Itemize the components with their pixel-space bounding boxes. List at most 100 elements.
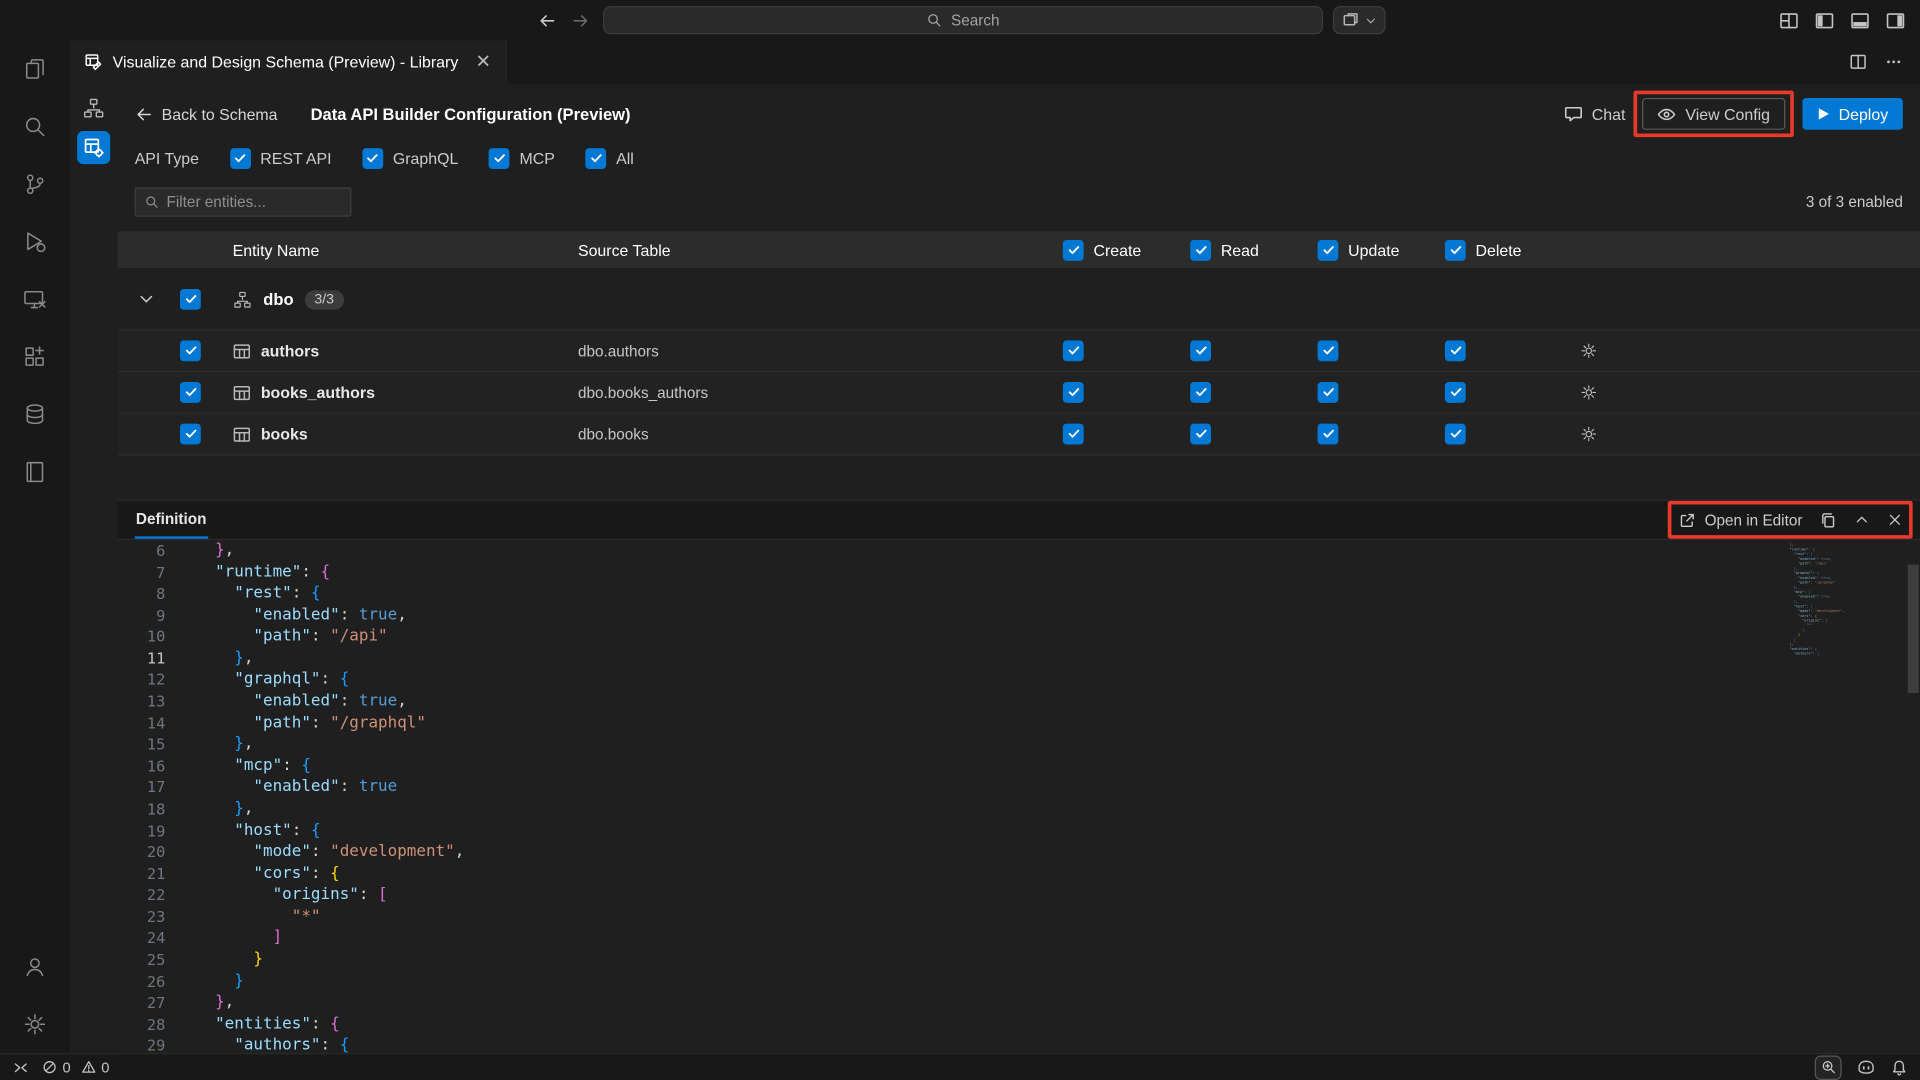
account-icon[interactable] bbox=[0, 938, 70, 996]
api-option-mcp[interactable]: MCP bbox=[489, 148, 555, 169]
extensions-icon[interactable] bbox=[0, 328, 70, 386]
row-settings-gear-icon[interactable] bbox=[1580, 383, 1920, 401]
api-option-rest-api[interactable]: REST API bbox=[230, 148, 332, 169]
warnings-icon bbox=[80, 1059, 96, 1075]
entity-row-books-authors[interactable]: books_authorsdbo.books_authors bbox=[118, 372, 1920, 414]
read-column-checkbox[interactable] bbox=[1190, 239, 1211, 260]
row-settings-gear-icon[interactable] bbox=[1580, 342, 1920, 360]
layout-control[interactable] bbox=[1333, 6, 1386, 34]
tab-visualize-schema[interactable]: Visualize and Design Schema (Preview) - … bbox=[70, 40, 507, 83]
notifications-bell-icon[interactable] bbox=[1891, 1059, 1908, 1076]
definition-tab[interactable]: Definition bbox=[135, 501, 208, 539]
delete-checkbox[interactable] bbox=[1445, 423, 1466, 444]
group-select-checkbox[interactable] bbox=[180, 289, 201, 310]
back-to-schema-link[interactable]: Back to Schema bbox=[135, 105, 278, 123]
remote-explorer-icon[interactable] bbox=[0, 271, 70, 329]
group-count-badge: 3/3 bbox=[305, 290, 344, 310]
entity-row-books[interactable]: booksdbo.books bbox=[118, 414, 1920, 456]
warnings-count: 0 bbox=[101, 1059, 109, 1076]
delete-checkbox[interactable] bbox=[1445, 340, 1466, 361]
search-placeholder: Search bbox=[951, 12, 1000, 29]
source-table: dbo.books bbox=[561, 426, 1048, 443]
schema-group-name: dbo bbox=[263, 290, 293, 308]
update-checkbox[interactable] bbox=[1318, 423, 1339, 444]
schema-visualizer-icon[interactable] bbox=[77, 92, 110, 125]
editor-scrollbar[interactable] bbox=[1907, 540, 1920, 1053]
delete-column-checkbox[interactable] bbox=[1445, 239, 1466, 260]
column-delete: Delete bbox=[1476, 241, 1522, 259]
row-select-checkbox[interactable] bbox=[180, 423, 201, 444]
open-external-icon bbox=[1679, 511, 1696, 528]
create-checkbox[interactable] bbox=[1063, 382, 1084, 403]
close-panel-icon[interactable] bbox=[1887, 512, 1903, 528]
update-checkbox[interactable] bbox=[1318, 340, 1339, 361]
read-checkbox[interactable] bbox=[1190, 382, 1211, 403]
delete-checkbox[interactable] bbox=[1445, 382, 1466, 403]
split-editor-icon[interactable] bbox=[1849, 53, 1867, 71]
more-actions-icon[interactable] bbox=[1884, 53, 1902, 71]
copy-icon[interactable] bbox=[1820, 511, 1837, 528]
row-select-checkbox[interactable] bbox=[180, 382, 201, 403]
filter-entities-input[interactable] bbox=[167, 193, 342, 210]
checkbox-graphql[interactable] bbox=[362, 148, 383, 169]
code-line-21: 21 "cors": { bbox=[118, 863, 1920, 885]
api-option-all[interactable]: All bbox=[586, 148, 634, 169]
json-editor[interactable]: 6 },7 "runtime": {8 "rest": {9 "enabled"… bbox=[118, 540, 1920, 1053]
run-debug-icon[interactable] bbox=[0, 213, 70, 271]
database-projects-icon[interactable] bbox=[0, 386, 70, 444]
global-search-input[interactable]: Search bbox=[603, 6, 1323, 34]
problems-indicator[interactable]: 0 0 bbox=[42, 1059, 110, 1076]
api-option-graphql[interactable]: GraphQL bbox=[362, 148, 458, 169]
api-option-label: All bbox=[616, 149, 634, 167]
checkbox-all[interactable] bbox=[586, 148, 607, 169]
checkbox-mcp[interactable] bbox=[489, 148, 510, 169]
create-column-checkbox[interactable] bbox=[1063, 239, 1084, 260]
code-lines: 6 },7 "runtime": {8 "rest": {9 "enabled"… bbox=[118, 540, 1920, 1053]
source-control-icon[interactable] bbox=[0, 156, 70, 214]
api-option-label: GraphQL bbox=[393, 149, 458, 167]
settings-gear-icon[interactable] bbox=[0, 996, 70, 1054]
page-title: Data API Builder Configuration (Preview) bbox=[311, 105, 631, 123]
api-option-label: MCP bbox=[520, 149, 555, 167]
row-select-checkbox[interactable] bbox=[180, 340, 201, 361]
collapse-chevron-icon[interactable] bbox=[118, 290, 174, 308]
code-line-7: 7 "runtime": { bbox=[118, 562, 1920, 584]
toggle-secondary-sidebar-icon[interactable] bbox=[1886, 10, 1906, 30]
customize-layout-icon[interactable] bbox=[1779, 10, 1799, 30]
toggle-sidebar-icon[interactable] bbox=[1815, 10, 1835, 30]
collapse-panel-icon[interactable] bbox=[1854, 512, 1870, 528]
copilot-icon[interactable] bbox=[1856, 1059, 1876, 1076]
dab-config-icon[interactable] bbox=[77, 131, 110, 164]
entity-name: books_authors bbox=[261, 383, 375, 401]
checkbox-rest-api[interactable] bbox=[230, 148, 251, 169]
update-column-checkbox[interactable] bbox=[1318, 239, 1339, 260]
api-option-label: REST API bbox=[260, 149, 331, 167]
nav-forward-icon[interactable] bbox=[569, 8, 593, 32]
toggle-panel-icon[interactable] bbox=[1850, 10, 1870, 30]
zoom-button[interactable] bbox=[1815, 1055, 1842, 1079]
notebook-view-icon[interactable] bbox=[0, 443, 70, 501]
open-in-editor-button[interactable]: Open in Editor bbox=[1679, 511, 1803, 528]
remote-indicator[interactable] bbox=[12, 1059, 29, 1076]
enabled-summary: 3 of 3 enabled bbox=[1806, 193, 1903, 210]
deploy-button[interactable]: Deploy bbox=[1802, 98, 1903, 130]
library-view-icon[interactable] bbox=[0, 40, 70, 98]
code-line-16: 16 "mcp": { bbox=[118, 755, 1920, 777]
tab-close-icon[interactable]: ✕ bbox=[475, 53, 490, 71]
entity-row-authors[interactable]: authorsdbo.authors bbox=[118, 331, 1920, 373]
schema-group-row[interactable]: dbo 3/3 bbox=[118, 277, 1920, 322]
create-checkbox[interactable] bbox=[1063, 340, 1084, 361]
view-config-button[interactable]: View Config bbox=[1643, 98, 1785, 130]
read-checkbox[interactable] bbox=[1190, 340, 1211, 361]
row-settings-gear-icon[interactable] bbox=[1580, 425, 1920, 443]
read-checkbox[interactable] bbox=[1190, 423, 1211, 444]
update-checkbox[interactable] bbox=[1318, 382, 1339, 403]
column-update: Update bbox=[1348, 241, 1399, 259]
chat-button[interactable]: Chat bbox=[1564, 104, 1626, 124]
nav-back-icon[interactable] bbox=[534, 8, 558, 32]
create-checkbox[interactable] bbox=[1063, 423, 1084, 444]
search-view-icon[interactable] bbox=[0, 98, 70, 156]
code-line-11: 11 }, bbox=[118, 648, 1920, 670]
table-icon bbox=[233, 426, 251, 443]
filter-entities-field[interactable] bbox=[135, 187, 352, 216]
